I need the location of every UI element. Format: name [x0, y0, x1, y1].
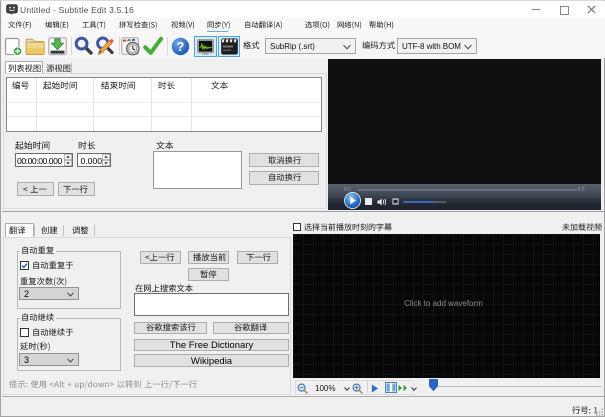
svg-text:?: ?: [177, 40, 185, 54]
